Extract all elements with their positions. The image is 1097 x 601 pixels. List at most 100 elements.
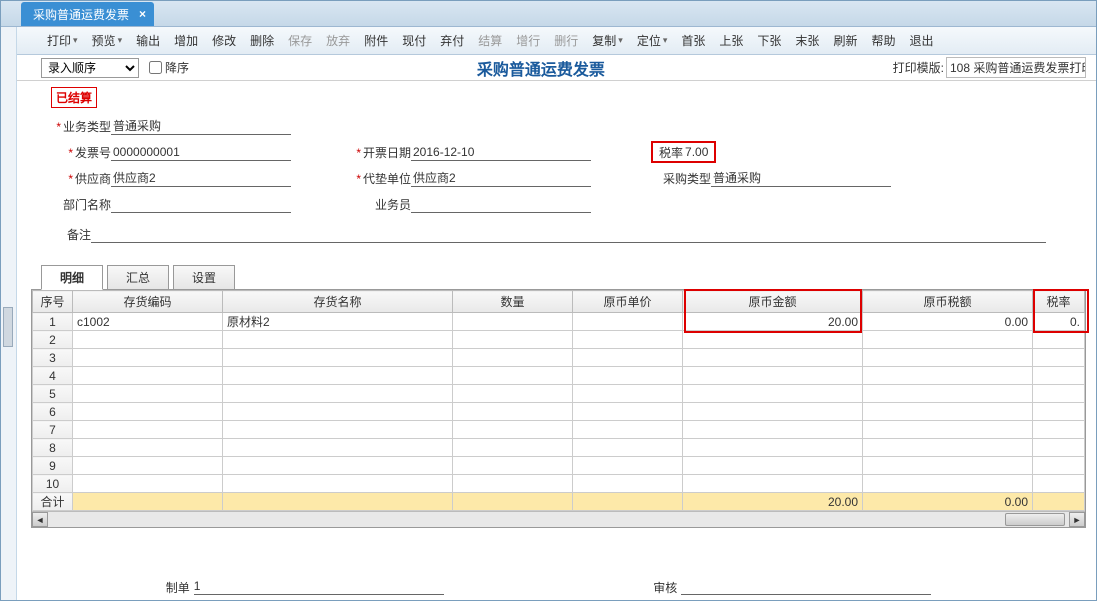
cell[interactable] (573, 331, 683, 349)
cell[interactable] (1033, 475, 1085, 493)
cell[interactable]: 6 (33, 403, 73, 421)
toolbar-打印[interactable]: 打印▾ (41, 30, 84, 52)
table-row[interactable]: 2 (33, 331, 1085, 349)
toolbar-首张[interactable]: 首张 (675, 30, 711, 52)
cell[interactable] (683, 385, 863, 403)
cell[interactable] (683, 475, 863, 493)
cell[interactable]: 0.00 (863, 313, 1033, 331)
toolbar-帮助[interactable]: 帮助 (865, 30, 901, 52)
table-row[interactable]: 5 (33, 385, 1085, 403)
cell[interactable] (573, 457, 683, 475)
cell[interactable]: 原材料2 (223, 313, 453, 331)
biz-type-value[interactable]: 普通采购 (111, 117, 291, 135)
cell[interactable]: 1 (33, 313, 73, 331)
cell[interactable] (1033, 457, 1085, 475)
cell[interactable] (573, 421, 683, 439)
cell[interactable] (573, 313, 683, 331)
scroll-right-arrow-icon[interactable]: ► (1069, 512, 1085, 527)
col-header[interactable]: 序号 (33, 291, 73, 313)
cell[interactable] (223, 421, 453, 439)
cell[interactable] (683, 367, 863, 385)
cell[interactable] (223, 475, 453, 493)
pur-type-value[interactable]: 普通采购 (711, 169, 891, 187)
cell[interactable] (453, 439, 573, 457)
cell[interactable] (73, 457, 223, 475)
toolbar-预览[interactable]: 预览▾ (86, 30, 129, 52)
cell[interactable] (573, 367, 683, 385)
table-row[interactable]: 8 (33, 439, 1085, 457)
cell[interactable] (863, 385, 1033, 403)
cell[interactable] (1033, 385, 1085, 403)
col-header[interactable]: 存货名称 (223, 291, 453, 313)
tab-汇总[interactable]: 汇总 (107, 265, 169, 290)
cell[interactable] (1033, 403, 1085, 421)
col-header[interactable]: 税率 (1033, 291, 1085, 313)
cell[interactable] (683, 403, 863, 421)
cell[interactable]: 7 (33, 421, 73, 439)
cell[interactable] (863, 457, 1033, 475)
col-header[interactable]: 存货编码 (73, 291, 223, 313)
cell[interactable]: 20.00 (683, 313, 863, 331)
desc-checkbox[interactable]: 降序 (149, 59, 189, 76)
document-tab[interactable]: 采购普通运费发票 × (21, 2, 154, 26)
cell[interactable] (573, 349, 683, 367)
cell[interactable] (453, 349, 573, 367)
cell[interactable] (683, 331, 863, 349)
col-header[interactable]: 原币金额 (683, 291, 863, 313)
close-icon[interactable]: × (139, 7, 146, 21)
tax-rate-value[interactable]: 7.00 (685, 145, 708, 159)
cell[interactable]: 3 (33, 349, 73, 367)
cell[interactable] (683, 439, 863, 457)
cell[interactable] (453, 385, 573, 403)
cell[interactable] (863, 331, 1033, 349)
cell[interactable] (573, 475, 683, 493)
cell[interactable] (573, 439, 683, 457)
toolbar-退出[interactable]: 退出 (903, 30, 939, 52)
cell[interactable] (453, 493, 573, 511)
cell[interactable] (573, 385, 683, 403)
toolbar-增加[interactable]: 增加 (168, 30, 204, 52)
cell[interactable] (223, 457, 453, 475)
print-template-value[interactable]: 108 采购普通运费发票打印模 (946, 57, 1086, 78)
cell[interactable] (73, 331, 223, 349)
cell[interactable] (453, 313, 573, 331)
cell[interactable] (1033, 367, 1085, 385)
cell[interactable] (863, 439, 1033, 457)
cell[interactable] (223, 385, 453, 403)
cell[interactable]: 0.00 (863, 493, 1033, 511)
detail-grid[interactable]: 序号存货编码存货名称数量原币单价原币金额原币税额税率 1c1002原材料220.… (32, 290, 1085, 511)
toolbar-修改[interactable]: 修改 (206, 30, 242, 52)
cell[interactable] (1033, 349, 1085, 367)
cell[interactable] (573, 493, 683, 511)
cell[interactable] (453, 421, 573, 439)
cell[interactable] (453, 367, 573, 385)
cell[interactable]: 5 (33, 385, 73, 403)
horizontal-scrollbar[interactable]: ◄ ► (32, 511, 1085, 527)
cell[interactable] (863, 403, 1033, 421)
supplier-value[interactable]: 供应商2 (111, 169, 291, 187)
scroll-thumb[interactable] (1005, 513, 1065, 526)
toolbar-定位[interactable]: 定位▾ (631, 30, 674, 52)
cell[interactable] (863, 349, 1033, 367)
cell[interactable] (73, 367, 223, 385)
cell[interactable] (453, 331, 573, 349)
cell[interactable] (1033, 421, 1085, 439)
cell[interactable]: 4 (33, 367, 73, 385)
cell[interactable]: 9 (33, 457, 73, 475)
scroll-left-arrow-icon[interactable]: ◄ (32, 512, 48, 527)
cell[interactable] (1033, 439, 1085, 457)
tab-明细[interactable]: 明细 (41, 265, 103, 290)
col-header[interactable]: 原币单价 (573, 291, 683, 313)
cell[interactable] (223, 403, 453, 421)
table-row[interactable]: 合计20.000.00 (33, 493, 1085, 511)
inv-date-value[interactable]: 2016-12-10 (411, 143, 591, 161)
inv-no-value[interactable]: 0000000001 (111, 143, 291, 161)
remark-value[interactable] (91, 225, 1046, 243)
col-header[interactable]: 原币税额 (863, 291, 1033, 313)
table-row[interactable]: 10 (33, 475, 1085, 493)
table-row[interactable]: 1c1002原材料220.000.000. (33, 313, 1085, 331)
cell[interactable] (863, 475, 1033, 493)
tab-设置[interactable]: 设置 (173, 265, 235, 290)
op-value[interactable] (411, 195, 591, 213)
cell[interactable] (223, 367, 453, 385)
